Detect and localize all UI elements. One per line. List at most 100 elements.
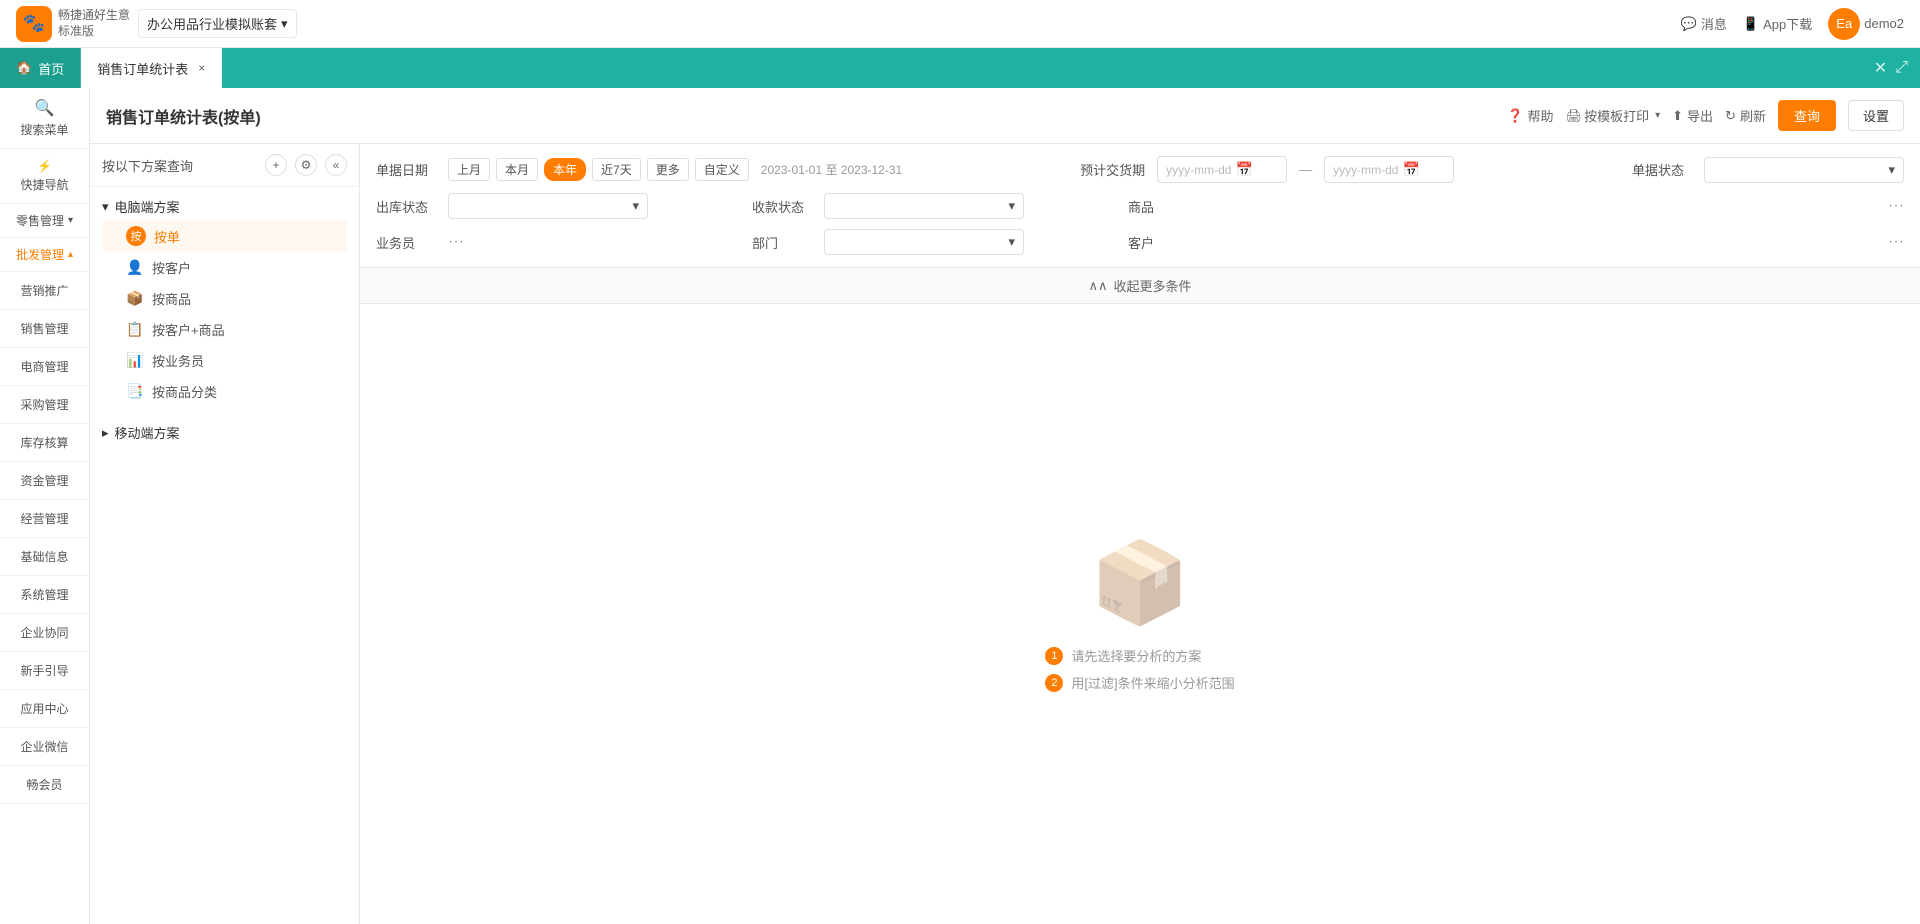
sidebar-item-newbie[interactable]: 新手引导 xyxy=(0,652,89,690)
tip-num-2: 2 xyxy=(1045,674,1063,692)
app-download-button[interactable]: 📱 App下载 xyxy=(1743,14,1812,33)
salesman-label: 业务员 xyxy=(376,233,436,252)
sidebar-item-wholesale[interactable]: 批发管理 ▴ xyxy=(0,238,89,272)
customer-more-icon[interactable]: ··· xyxy=(1888,233,1904,251)
sidebar-item-appcenter[interactable]: 应用中心 xyxy=(0,690,89,728)
date-btn-more[interactable]: 更多 xyxy=(647,158,689,181)
doc-status-label: 单据状态 xyxy=(1632,160,1692,179)
refresh-icon: ↻ xyxy=(1725,108,1736,124)
sidebar-item-operations[interactable]: 经营管理 xyxy=(0,500,89,538)
user-avatar-area[interactable]: Ea demo2 xyxy=(1828,8,1904,40)
date-separator: — xyxy=(1299,162,1312,177)
right-panel: 单据日期 上月 本月 本年 近7天 更多 自定义 2023-01-01 至 20… xyxy=(360,144,1920,924)
filter-row-1: 单据日期 上月 本月 本年 近7天 更多 自定义 2023-01-01 至 20… xyxy=(376,156,1904,183)
calendar-end-icon[interactable]: 📅 xyxy=(1402,161,1419,178)
receipt-status-select[interactable]: ▾ xyxy=(824,193,1024,219)
app-selector[interactable]: 办公用品行业模拟账套 ▾ xyxy=(138,9,297,38)
panel-header-actions: + ⚙ « xyxy=(265,154,347,176)
avatar: Ea xyxy=(1828,8,1860,40)
help-button[interactable]: ❓ 帮助 xyxy=(1507,106,1553,125)
message-icon: 💬 xyxy=(1681,16,1697,32)
sidebar-item-quick-nav[interactable]: ⚡ 快捷导航 xyxy=(0,149,89,204)
ship-status-chevron-icon: ▾ xyxy=(632,198,639,214)
pc-scheme-group: ▾ 电脑端方案 按 按单 👤 按客户 📦 按商品 xyxy=(90,187,359,413)
maximize-icon[interactable]: ⤢ xyxy=(1895,59,1908,77)
download-icon: 📱 xyxy=(1743,16,1759,32)
pc-scheme-group-title[interactable]: ▾ 电脑端方案 xyxy=(102,193,347,220)
sidebar-item-search[interactable]: 🔍 搜索菜单 xyxy=(0,88,89,149)
close-window-icon[interactable]: ✕ xyxy=(1874,58,1887,78)
sidebar: 🔍 搜索菜单 ⚡ 快捷导航 零售管理 ▾ 批发管理 ▴ 营销推广 销售管理 电商… xyxy=(0,88,90,924)
date-btn-this-month[interactable]: 本月 xyxy=(496,158,538,181)
collapse-icon: ∧∧ xyxy=(1088,278,1107,294)
product-more-icon[interactable]: ··· xyxy=(1888,197,1904,215)
main-layout: 🔍 搜索菜单 ⚡ 快捷导航 零售管理 ▾ 批发管理 ▴ 营销推广 销售管理 电商… xyxy=(0,88,1920,924)
date-range-display: 2023-01-01 至 2023-12-31 xyxy=(761,161,902,178)
chevron-right-icon: ▾ xyxy=(68,215,73,226)
scheme-item-by-category[interactable]: 📑 按商品分类 xyxy=(102,376,347,407)
topbar: 🐾 畅捷通好生意 标准版 办公用品行业模拟账套 ▾ 💬 消息 📱 App下载 E… xyxy=(0,0,1920,48)
refresh-button[interactable]: ↻ 刷新 xyxy=(1725,106,1766,125)
mobile-scheme-group-title[interactable]: ▸ 移动端方案 xyxy=(102,419,347,446)
collapse-button[interactable]: ∧∧ 收起更多条件 xyxy=(1088,276,1191,295)
mobile-scheme-group: ▸ 移动端方案 xyxy=(90,413,359,452)
date-btn-7days[interactable]: 近7天 xyxy=(592,158,641,181)
sidebar-item-ecommerce[interactable]: 电商管理 xyxy=(0,348,89,386)
ship-status-select[interactable]: ▾ xyxy=(448,193,648,219)
sidebar-item-finance[interactable]: 资金管理 xyxy=(0,462,89,500)
panel-header-title: 按以下方案查询 xyxy=(102,156,193,175)
collapse-panel-button[interactable]: « xyxy=(325,154,347,176)
panel-header: 按以下方案查询 + ⚙ « xyxy=(90,144,359,187)
print-icon: 🖨 xyxy=(1566,108,1583,124)
add-scheme-button[interactable]: + xyxy=(265,154,287,176)
scheme-item-by-product[interactable]: 📦 按商品 xyxy=(102,283,347,314)
message-button[interactable]: 💬 消息 xyxy=(1681,14,1727,33)
expected-date-end[interactable]: yyyy-mm-dd 📅 xyxy=(1324,156,1454,183)
scheme-item-by-salesman[interactable]: 📊 按业务员 xyxy=(102,345,347,376)
tab-close-icon[interactable]: × xyxy=(198,61,205,75)
sidebar-item-wechat[interactable]: 企业微信 xyxy=(0,728,89,766)
query-button[interactable]: 查询 xyxy=(1778,100,1836,131)
export-icon: ⬆ xyxy=(1672,108,1683,124)
date-btn-custom[interactable]: 自定义 xyxy=(695,158,749,181)
sidebar-item-system[interactable]: 系统管理 xyxy=(0,576,89,614)
collapse-bar[interactable]: ∧∧ 收起更多条件 xyxy=(360,268,1920,304)
date-btn-last-month[interactable]: 上月 xyxy=(448,158,490,181)
sidebar-item-purchase[interactable]: 采购管理 xyxy=(0,386,89,424)
scheme-settings-button[interactable]: ⚙ xyxy=(295,154,317,176)
doc-status-select[interactable]: ▾ xyxy=(1704,157,1904,183)
date-btn-this-year[interactable]: 本年 xyxy=(544,158,586,181)
scheme-item-by-customer[interactable]: 👤 按客户 xyxy=(102,252,347,283)
sidebar-item-enterprise[interactable]: 企业协同 xyxy=(0,614,89,652)
date-quick-buttons: 上月 本月 本年 近7天 更多 自定义 xyxy=(448,158,749,181)
scheme-item-by-order[interactable]: 按 按单 xyxy=(102,220,347,252)
template-print-button[interactable]: 🖨 按模板打印 ▾ xyxy=(1566,106,1661,125)
sidebar-item-sales[interactable]: 销售管理 xyxy=(0,310,89,348)
sidebar-item-basic[interactable]: 基础信息 xyxy=(0,538,89,576)
expected-date-start[interactable]: yyyy-mm-dd 📅 xyxy=(1157,156,1287,183)
sidebar-item-retail[interactable]: 零售管理 ▾ xyxy=(0,204,89,238)
tab-home[interactable]: 🏠 首页 xyxy=(0,48,81,88)
calendar-start-icon[interactable]: 📅 xyxy=(1235,161,1252,178)
sidebar-item-marketing[interactable]: 营销推广 xyxy=(0,272,89,310)
left-panel: 按以下方案查询 + ⚙ « ▾ 电脑端方案 按 按单 xyxy=(90,144,360,924)
settings-button[interactable]: 设置 xyxy=(1848,100,1904,131)
salesman-more-icon[interactable]: ··· xyxy=(448,233,464,251)
date-label: 单据日期 xyxy=(376,160,436,179)
page-title: 销售订单统计表(按单) xyxy=(106,104,261,128)
empty-illustration: 📦 xyxy=(1090,536,1190,630)
mobile-group-toggle-icon: ▸ xyxy=(102,425,109,441)
dept-label: 部门 xyxy=(752,233,812,252)
search-icon: 🔍 xyxy=(35,98,55,118)
print-dropdown-arrow[interactable]: ▾ xyxy=(1655,110,1660,121)
sidebar-item-inventory[interactable]: 库存核算 xyxy=(0,424,89,462)
tab-sales-stat[interactable]: 销售订单统计表 × xyxy=(81,48,222,88)
dept-select[interactable]: ▾ xyxy=(824,229,1024,255)
receipt-status-chevron-icon: ▾ xyxy=(1008,198,1015,214)
export-button[interactable]: ⬆ 导出 xyxy=(1672,106,1713,125)
scheme-product-icon: 📦 xyxy=(126,290,144,308)
logo-area: 🐾 畅捷通好生意 标准版 xyxy=(16,6,130,42)
scheme-item-by-customer-product[interactable]: 📋 按客户+商品 xyxy=(102,314,347,345)
sidebar-item-member[interactable]: 畅会员 xyxy=(0,766,89,804)
filter-row-3: 业务员 ··· 部门 ▾ 客户 ··· xyxy=(376,229,1904,255)
